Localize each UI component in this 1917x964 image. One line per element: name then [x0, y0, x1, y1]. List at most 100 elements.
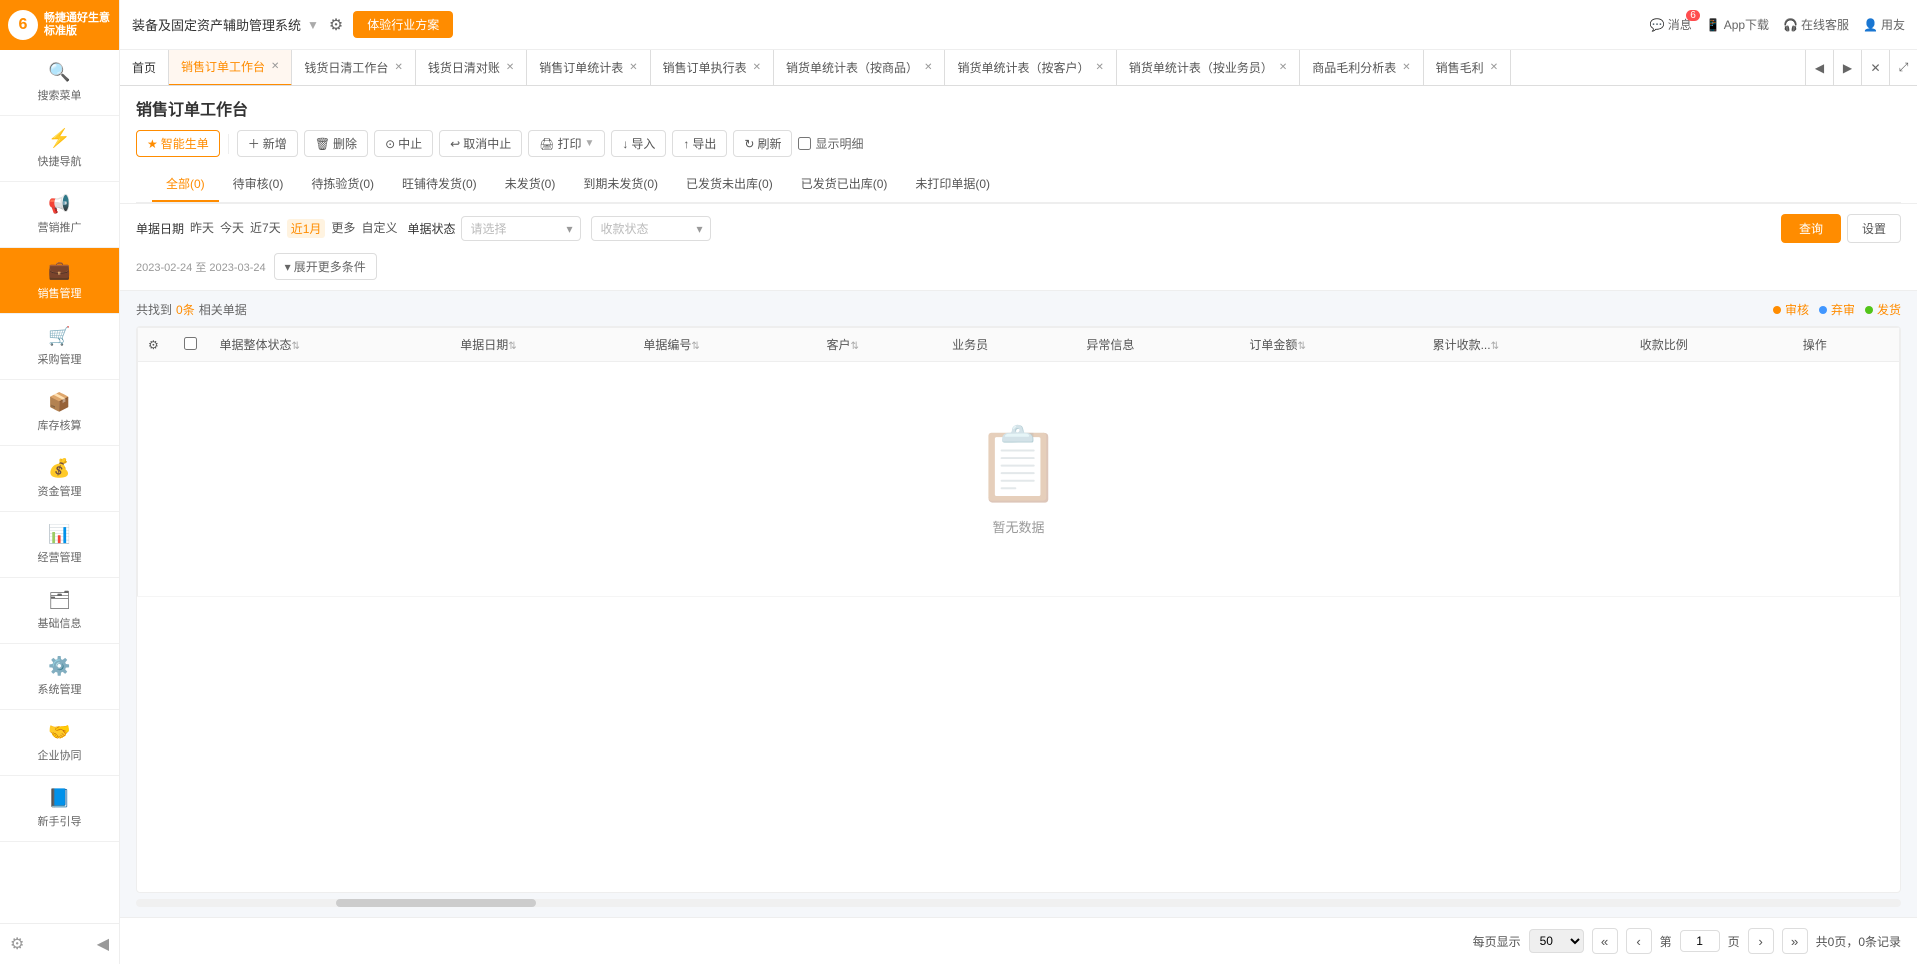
page-input[interactable]: [1680, 930, 1720, 952]
tab-7[interactable]: 销货单统计表（按客户）✕: [945, 50, 1116, 86]
sort-icon[interactable]: ⇅: [1491, 341, 1499, 352]
tab-0[interactable]: 首页: [120, 50, 169, 86]
sidebar-label: 资金管理: [38, 483, 82, 499]
tab-close-btn[interactable]: ✕: [506, 62, 514, 73]
tab-close-btn[interactable]: ✕: [271, 61, 279, 72]
tab-prev-btn[interactable]: ◀: [1805, 50, 1833, 86]
action-btn-弃审[interactable]: 弃审: [1819, 301, 1855, 318]
sidebar-item-资金管理[interactable]: 💰资金管理: [0, 446, 119, 512]
query-btn[interactable]: 查询: [1781, 214, 1841, 243]
date-option-昨天[interactable]: 昨天: [190, 219, 214, 238]
select-all-checkbox[interactable]: [184, 337, 197, 350]
gear-icon[interactable]: ⚙: [329, 15, 343, 35]
tab-close-btn[interactable]: ✕: [1490, 62, 1498, 73]
sidebar-item-系统管理[interactable]: ⚙️系统管理: [0, 644, 119, 710]
tab-8[interactable]: 销货单统计表（按业务员）✕: [1117, 50, 1300, 86]
collapse-icon[interactable]: ◀: [97, 934, 109, 954]
page-first-btn[interactable]: «: [1592, 928, 1618, 954]
th-操作: 操作: [1793, 328, 1900, 362]
refresh-btn[interactable]: ↻ 刷新: [733, 130, 792, 157]
sidebar-item-基础信息[interactable]: 🗂基础信息: [0, 578, 119, 644]
payment-select[interactable]: 收款状态 ▾: [591, 216, 711, 241]
tab-5[interactable]: 销售订单执行表✕: [651, 50, 774, 86]
status-select[interactable]: 请选择 ▾: [461, 216, 581, 241]
subtab-5[interactable]: 到期未发货(0): [569, 167, 672, 202]
sidebar-item-营销推广[interactable]: 📢营销推广: [0, 182, 119, 248]
tab-3[interactable]: 钱货日清对账✕: [416, 50, 527, 86]
subtab-1[interactable]: 待审核(0): [219, 167, 298, 202]
date-option-自定义[interactable]: 自定义: [361, 219, 397, 238]
experience-btn[interactable]: 体验行业方案: [353, 11, 453, 38]
tab-close-btn[interactable]: ✕: [1279, 62, 1287, 73]
scrollbar-thumb[interactable]: [336, 899, 536, 907]
sidebar-item-库存核算[interactable]: 📦库存核算: [0, 380, 119, 446]
display-detail-input[interactable]: [798, 137, 811, 150]
stop-btn[interactable]: ⊙ 中止: [374, 130, 433, 157]
page-last-btn[interactable]: »: [1782, 928, 1808, 954]
export-btn[interactable]: ↑ 导出: [672, 130, 727, 157]
tab-6[interactable]: 销货单统计表（按商品）✕: [774, 50, 945, 86]
action-btn-发货[interactable]: 发货: [1865, 301, 1901, 318]
sidebar-item-销售管理[interactable]: 💼销售管理: [0, 248, 119, 314]
sort-icon[interactable]: ⇅: [1297, 341, 1305, 352]
message-btn[interactable]: 💬 消息 6: [1650, 16, 1692, 33]
page-next-btn[interactable]: ›: [1748, 928, 1774, 954]
sidebar-item-经营管理[interactable]: 📊经营管理: [0, 512, 119, 578]
smart-btn[interactable]: ★ 智能生单: [136, 130, 220, 157]
subtab-7[interactable]: 已发货已出库(0): [787, 167, 902, 202]
sort-icon[interactable]: ⇅: [508, 341, 516, 352]
tab-close-all-btn[interactable]: ✕: [1861, 50, 1889, 86]
sidebar-item-搜索菜单[interactable]: 🔍搜索菜单: [0, 50, 119, 116]
action-btn-审核[interactable]: 审核: [1773, 301, 1809, 318]
cancel-stop-btn[interactable]: ↩ 取消中止: [439, 130, 522, 157]
tab-close-btn[interactable]: ✕: [1402, 62, 1410, 73]
horizontal-scrollbar[interactable]: [136, 899, 1901, 907]
settings-small-icon[interactable]: ⚙: [148, 338, 159, 352]
settings-btn[interactable]: 设置: [1847, 214, 1901, 243]
subtab-0[interactable]: 全部(0): [152, 167, 219, 202]
subtab-4[interactable]: 未发货(0): [491, 167, 570, 202]
expand-btn[interactable]: ▾ 展开更多条件: [274, 253, 377, 280]
sort-icon[interactable]: ⇅: [292, 341, 300, 352]
sort-icon[interactable]: ⇅: [851, 341, 859, 352]
app-download-btn[interactable]: 📱 App下载: [1706, 16, 1769, 33]
print-btn[interactable]: 🖨 打印 ▼: [528, 130, 605, 157]
date-option-近7天[interactable]: 近7天: [250, 219, 281, 238]
topbar-dropdown-icon[interactable]: ▼: [307, 18, 319, 32]
tab-1[interactable]: 销售订单工作台✕: [169, 50, 292, 86]
tab-4[interactable]: 销售订单统计表✕: [527, 50, 650, 86]
delete-btn[interactable]: 🗑 删除: [304, 130, 368, 157]
sidebar-item-新手引导[interactable]: 📘新手引导: [0, 776, 119, 842]
tab-close-btn[interactable]: ✕: [753, 62, 761, 73]
display-detail-checkbox[interactable]: 显示明细: [798, 135, 863, 152]
subtab-8[interactable]: 未打印单据(0): [901, 167, 1004, 202]
tab-close-btn[interactable]: ✕: [924, 62, 932, 73]
sidebar-item-企业协同[interactable]: 🤝企业协同: [0, 710, 119, 776]
subtab-6[interactable]: 已发货未出库(0): [672, 167, 787, 202]
date-option-今天[interactable]: 今天: [220, 219, 244, 238]
per-page-select[interactable]: 50 100 200: [1529, 929, 1584, 953]
page-prev-btn[interactable]: ‹: [1626, 928, 1652, 954]
online-service-btn[interactable]: 🎧 在线客服: [1783, 16, 1849, 33]
subtab-3[interactable]: 旺铺待发货(0): [388, 167, 491, 202]
tab-2[interactable]: 钱货日清工作台✕: [292, 50, 415, 86]
import-btn[interactable]: ↓ 导入: [611, 130, 666, 157]
subtab-2[interactable]: 待拣验货(0): [297, 167, 388, 202]
tab-close-btn[interactable]: ✕: [1095, 62, 1103, 73]
tab-next-btn[interactable]: ▶: [1833, 50, 1861, 86]
topbar-icons: 💬 消息 6 📱 App下载 🎧 在线客服 👤 用友: [1650, 16, 1905, 33]
user-btn[interactable]: 👤 用友: [1863, 16, 1905, 33]
tab-close-btn[interactable]: ✕: [629, 62, 637, 73]
add-btn[interactable]: ＋ 新增: [237, 130, 298, 157]
sort-icon[interactable]: ⇅: [691, 341, 699, 352]
date-option-更多[interactable]: 更多: [331, 219, 355, 238]
sidebar-item-采购管理[interactable]: 🛒采购管理: [0, 314, 119, 380]
settings-icon[interactable]: ⚙: [10, 934, 24, 954]
sidebar-item-快捷导航[interactable]: ⚡快捷导航: [0, 116, 119, 182]
tab-maximize-btn[interactable]: ⤢: [1889, 50, 1917, 86]
date-option-近1月[interactable]: 近1月: [287, 219, 326, 238]
tab-9[interactable]: 商品毛利分析表✕: [1300, 50, 1423, 86]
cancel-icon: ↩: [450, 137, 460, 151]
tab-close-btn[interactable]: ✕: [394, 62, 402, 73]
tab-10[interactable]: 销售毛利✕: [1424, 50, 1511, 86]
